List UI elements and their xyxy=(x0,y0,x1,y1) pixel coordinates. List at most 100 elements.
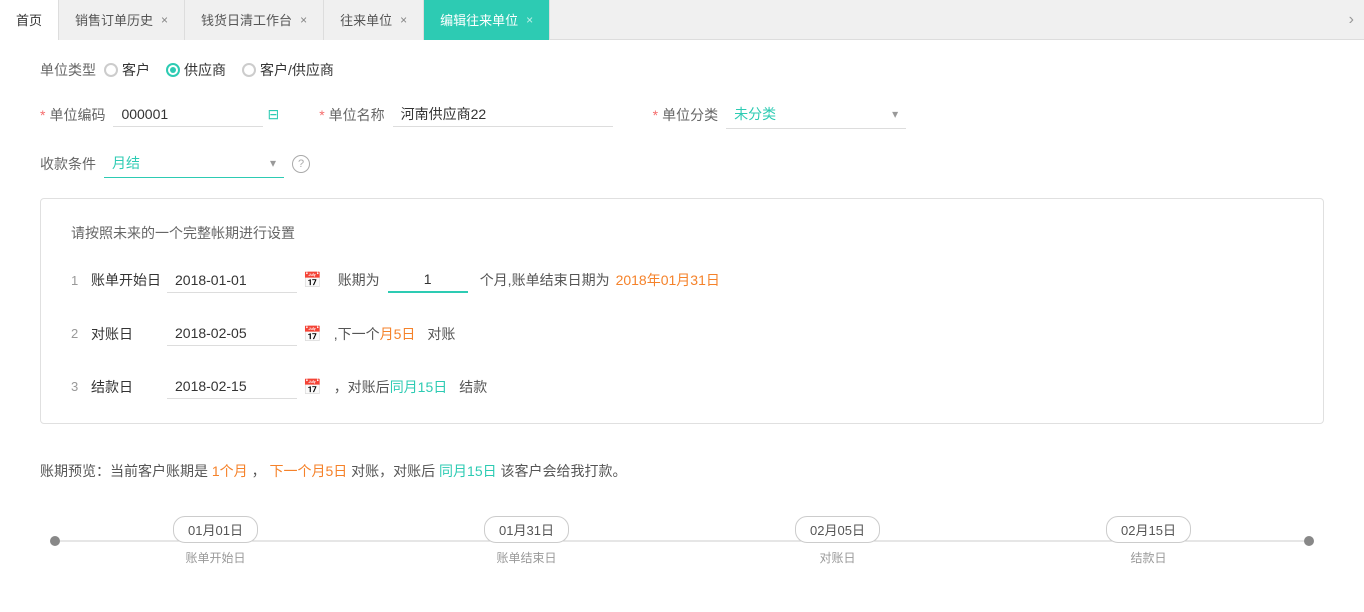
radio-customer-circle xyxy=(104,63,118,77)
period-payment-calendar-icon[interactable]: 📅 xyxy=(303,378,322,396)
period-payment-date-input[interactable] xyxy=(167,374,297,399)
payment-condition-chevron-icon: ▾ xyxy=(270,156,276,170)
timeline-badge-1-container: 01月01日 账单开始日 xyxy=(173,516,258,566)
period-num-1: 1 xyxy=(71,273,91,288)
radio-both-label: 客户/供应商 xyxy=(260,60,334,80)
tab-bar: 首页 销售订单历史 × 钱货日清工作台 × 往来单位 × 编辑往来单位 × › xyxy=(0,0,1364,40)
tab-cash-work-close[interactable]: × xyxy=(300,13,307,27)
unit-name-input[interactable] xyxy=(393,102,613,127)
period-reconcile-date-input[interactable] xyxy=(167,321,297,346)
unit-category-star: * xyxy=(653,107,658,123)
unit-name-group: * 单位名称 xyxy=(319,102,612,127)
radio-supplier[interactable]: 供应商 xyxy=(166,60,226,80)
radio-supplier-label: 供应商 xyxy=(184,60,226,80)
unit-info-row: * 单位编码 ⊟ * 单位名称 * 单位分类 未分类 ▾ xyxy=(40,100,1324,129)
unit-category-select[interactable]: 未分类 ▾ xyxy=(726,100,906,129)
help-icon[interactable]: ? xyxy=(292,155,310,173)
timeline-badge-1: 01月01日 xyxy=(173,516,258,543)
unit-type-row: 单位类型 客户 供应商 客户/供应商 xyxy=(40,60,1324,80)
unit-type-label: 单位类型 xyxy=(40,60,96,80)
unit-name-label: 单位名称 xyxy=(329,105,385,125)
preview-sep2: 对账，对账后 xyxy=(351,463,435,479)
timeline-badge-4: 02月15日 xyxy=(1106,516,1191,543)
period-box: 请按照未来的一个完整帐期进行设置 1 账单开始日 📅 账期为 个月,账单结束日期… xyxy=(40,198,1324,424)
unit-category-value: 未分类 xyxy=(734,104,892,124)
payment-condition-select[interactable]: 月结 ▾ xyxy=(104,149,284,178)
period-payment-highlight: 同月15日 xyxy=(390,377,448,397)
unit-name-star: * xyxy=(319,107,324,123)
period-reconcile-highlight: 月5日 xyxy=(380,324,416,344)
period-title: 请按照未来的一个完整帐期进行设置 xyxy=(71,223,1293,243)
timeline-badge-4-container: 02月15日 结款日 xyxy=(1106,516,1191,566)
tab-sales-history[interactable]: 销售订单历史 × xyxy=(59,0,185,40)
main-content: 单位类型 客户 供应商 客户/供应商 * 单位编码 xyxy=(0,40,1364,612)
period-num-3: 3 xyxy=(71,379,91,394)
period-payment-prefix: ，对账后 xyxy=(334,377,390,397)
payment-condition-row: 收款条件 月结 ▾ ? xyxy=(40,149,1324,178)
tab-edit-partner-label: 编辑往来单位 xyxy=(440,10,518,29)
preview-section: 账期预览：当前客户账期是 1个月 ， 下一个月5日 对账，对账后 同月15日 该… xyxy=(40,444,1324,592)
timeline-dot-1 xyxy=(50,536,60,546)
tab-partner-close[interactable]: × xyxy=(400,13,407,27)
period-start-suffix-1: 账期为 xyxy=(338,270,380,290)
period-field-label-3: 结款日 xyxy=(91,377,151,397)
tab-expand-button[interactable]: › xyxy=(1339,11,1364,29)
tab-partner[interactable]: 往来单位 × xyxy=(324,0,424,40)
preview-part3: 同月15日 xyxy=(439,463,497,479)
timeline-point-1 xyxy=(50,536,60,546)
unit-category-group: * 单位分类 未分类 ▾ xyxy=(653,100,906,129)
radio-customer[interactable]: 客户 xyxy=(104,60,150,80)
period-reconcile-calendar-icon[interactable]: 📅 xyxy=(303,325,322,343)
radio-customer-label: 客户 xyxy=(122,60,150,80)
tab-partner-label: 往来单位 xyxy=(340,10,392,29)
tab-edit-partner-close[interactable]: × xyxy=(526,13,533,27)
unit-code-copy-icon[interactable]: ⊟ xyxy=(267,106,279,123)
chevron-down-icon: ▾ xyxy=(892,107,898,121)
tab-cash-work-label: 钱货日清工作台 xyxy=(201,10,292,29)
payment-condition-value: 月结 xyxy=(112,153,270,173)
timeline-label-1: 账单开始日 xyxy=(186,549,246,566)
payment-condition-group: 收款条件 月结 ▾ ? xyxy=(40,149,310,178)
period-start-calendar-icon[interactable]: 📅 xyxy=(303,271,322,289)
period-num-2: 2 xyxy=(71,326,91,341)
unit-type-group: 单位类型 客户 供应商 客户/供应商 xyxy=(40,60,334,80)
tab-edit-partner[interactable]: 编辑往来单位 × xyxy=(424,0,550,40)
unit-code-label: 单位编码 xyxy=(49,105,105,125)
tab-home-label: 首页 xyxy=(16,10,42,29)
period-row-1: 1 账单开始日 📅 账期为 个月,账单结束日期为 2018年01月31日 xyxy=(71,267,1293,293)
timeline-end-dot xyxy=(1304,536,1314,546)
period-month-input[interactable] xyxy=(388,267,468,293)
unit-code-star: * xyxy=(40,107,45,123)
period-end-date-highlight: 2018年01月31日 xyxy=(616,270,720,290)
unit-category-label: 单位分类 xyxy=(662,105,718,125)
timeline-badge-2-container: 01月31日 账单结束日 xyxy=(484,516,569,566)
radio-group: 客户 供应商 客户/供应商 xyxy=(104,60,334,80)
radio-both[interactable]: 客户/供应商 xyxy=(242,60,334,80)
radio-both-circle xyxy=(242,63,256,77)
preview-part2: 下一个月5日 xyxy=(269,463,347,479)
period-payment-post: 结款 xyxy=(459,377,487,397)
tab-sales-history-close[interactable]: × xyxy=(161,13,168,27)
unit-code-group: * 单位编码 ⊟ xyxy=(40,102,279,127)
timeline-badge-3-container: 02月05日 对账日 xyxy=(795,516,880,566)
unit-code-input[interactable] xyxy=(113,102,263,127)
timeline-dot-end xyxy=(1304,536,1314,546)
radio-supplier-circle xyxy=(166,63,180,77)
period-field-label-2: 对账日 xyxy=(91,324,151,344)
preview-part1: 1个月 xyxy=(212,463,248,479)
timeline-label-4: 结款日 xyxy=(1131,549,1167,566)
preview-label: 账期预览：当前客户账期是 xyxy=(40,463,208,479)
period-row-3: 3 结款日 📅 ，对账后 同月15日 结款 xyxy=(71,374,1293,399)
preview-end: 该客户会给我打款。 xyxy=(501,463,627,479)
timeline-badge-3: 02月05日 xyxy=(795,516,880,543)
period-start-suffix-2: 个月,账单结束日期为 xyxy=(480,270,610,290)
period-start-date-input[interactable] xyxy=(167,268,297,293)
timeline-label-2: 账单结束日 xyxy=(497,549,557,566)
tab-cash-work[interactable]: 钱货日清工作台 × xyxy=(185,0,324,40)
preview-sep1: ， xyxy=(252,463,266,479)
period-reconcile-prefix: ,下一个 xyxy=(334,324,380,344)
tab-home[interactable]: 首页 xyxy=(0,0,59,40)
period-row-2: 2 对账日 📅 ,下一个 月5日 对账 xyxy=(71,321,1293,346)
timeline-badge-2: 01月31日 xyxy=(484,516,569,543)
payment-condition-label: 收款条件 xyxy=(40,154,96,174)
